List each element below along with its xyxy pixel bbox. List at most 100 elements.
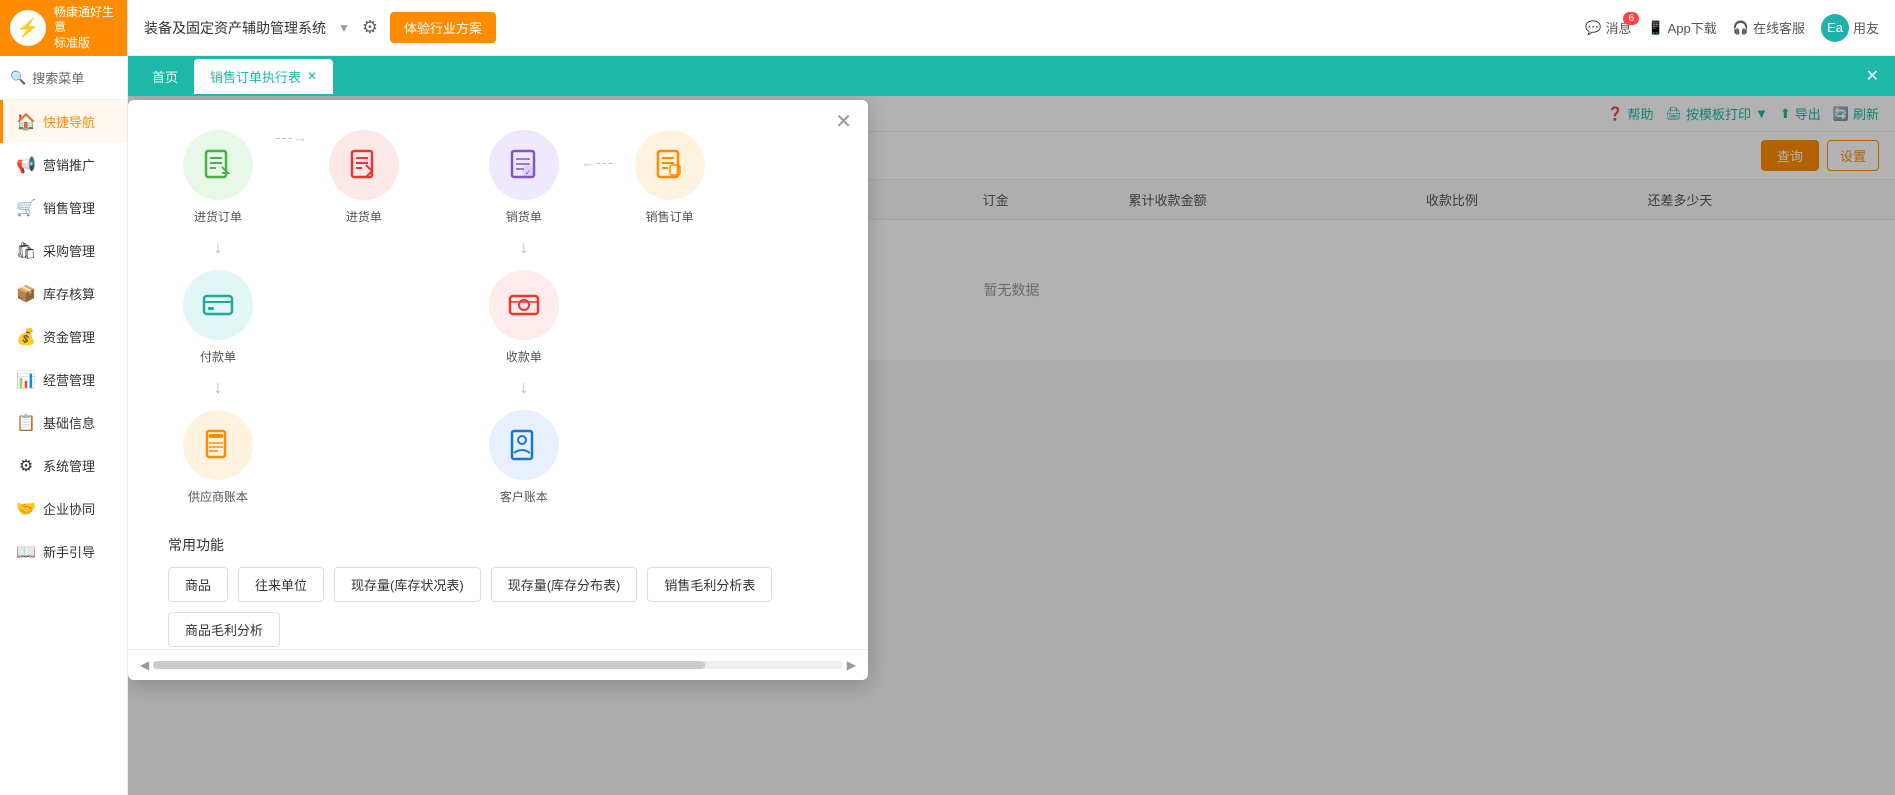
func-btn-stock-dist[interactable]: 现存量(库存分布表)	[491, 567, 638, 602]
system-dropdown-button[interactable]: ▼	[338, 21, 350, 35]
supplier-ledger-node[interactable]: 供应商账本	[168, 410, 268, 505]
sidebar-item-label: 基础信息	[43, 413, 95, 432]
left-flow-column: 进货订单 ↓ 付款单 ↓	[168, 130, 268, 505]
enterprise-icon: 🤝	[17, 500, 35, 518]
settings-button[interactable]: ⚙	[362, 17, 378, 38]
experience-button[interactable]: 体验行业方案	[390, 12, 496, 43]
sidebar-item-inventory[interactable]: 📦 库存核算	[0, 272, 127, 315]
app-download-item[interactable]: 📱 App下载	[1647, 18, 1716, 37]
sidebar-item-operations[interactable]: 📊 经营管理	[0, 358, 127, 401]
search-icon: 🔍	[10, 70, 26, 86]
sale-bill-node[interactable]: ✓ 销货单	[474, 130, 574, 225]
purchase-bill-node[interactable]: 进货单	[314, 130, 414, 225]
scroll-right-arrow[interactable]: ▶	[847, 658, 856, 672]
message-icon: 💬	[1585, 20, 1601, 36]
popup-scrollbar[interactable]: ◀ ▶	[128, 649, 868, 680]
search-menu-button[interactable]: 🔍 搜索菜单	[10, 64, 117, 91]
sidebar-nav: 🏠 快捷导航 📢 营销推广 🛒 销售管理 🛍 采购管理 📦 库存核算 💰 资金管…	[0, 100, 127, 795]
sidebar-item-label: 新手引导	[43, 542, 95, 561]
supplier-ledger-circle	[183, 410, 253, 480]
sale-order-circle	[635, 130, 705, 200]
user-item[interactable]: Ea 用友	[1821, 14, 1879, 42]
receipt-circle	[489, 270, 559, 340]
sidebar-item-enterprise[interactable]: 🤝 企业协同	[0, 487, 127, 530]
tab-sales-order[interactable]: 销售订单执行表 ✕	[194, 59, 333, 94]
payment-label: 付款单	[200, 348, 236, 365]
supplier-ledger-label: 供应商账本	[188, 488, 248, 505]
basic-icon: 📋	[17, 414, 35, 432]
sidebar-item-label: 企业协同	[43, 499, 95, 518]
tab-bar-close-icon[interactable]: ✕	[1858, 66, 1887, 86]
online-service-item[interactable]: 🎧 在线客服	[1733, 18, 1805, 37]
logo-icon: ⚡	[10, 10, 46, 46]
common-functions-title: 常用功能	[168, 535, 828, 555]
svg-text:✓: ✓	[524, 168, 531, 177]
newuser-icon: 📖	[17, 543, 35, 561]
func-btn-goods[interactable]: 商品	[168, 567, 228, 602]
sidebar-item-basic[interactable]: 📋 基础信息	[0, 401, 127, 444]
purchase-order-circle	[183, 130, 253, 200]
download-icon: 📱	[1647, 20, 1663, 36]
customer-ledger-node[interactable]: 客户账本	[474, 410, 574, 505]
system-icon: ⚙	[17, 457, 35, 475]
mid-right-flow-column: ✓ 销货单 ↓ 收款单 ↓	[474, 130, 574, 505]
marketing-icon: 📢	[17, 156, 35, 174]
func-btn-partners[interactable]: 往来单位	[238, 567, 324, 602]
h-arrow-2: ← - - -	[574, 130, 620, 170]
header: 装备及固定资产辅助管理系统 ▼ ⚙ 体验行业方案 💬 消息 6 📱 App下载 …	[128, 0, 1895, 56]
sale-order-label: 销售订单	[646, 208, 694, 225]
sidebar-item-quick-nav[interactable]: 🏠 快捷导航	[0, 100, 127, 143]
customer-ledger-label: 客户账本	[500, 488, 548, 505]
payment-circle	[183, 270, 253, 340]
sidebar-item-label: 销售管理	[43, 198, 95, 217]
tab-close-icon[interactable]: ✕	[307, 70, 317, 82]
purchase-order-node[interactable]: 进货订单	[168, 130, 268, 225]
message-badge: 6	[1623, 12, 1639, 25]
popup-overlay[interactable]: ✕ 进货订单 ↓	[128, 96, 1895, 795]
scroll-thumb	[153, 661, 705, 669]
func-btn-sales-margin[interactable]: 销售毛利分析表	[647, 567, 772, 602]
payment-node[interactable]: 付款单	[168, 270, 268, 365]
right-flow-column: 销售订单	[620, 130, 720, 225]
home-icon: 🏠	[17, 113, 35, 131]
scroll-left-arrow[interactable]: ◀	[140, 658, 149, 672]
sidebar-item-system[interactable]: ⚙ 系统管理	[0, 444, 127, 487]
sales-icon: 🛒	[17, 199, 35, 217]
inventory-icon: 📦	[17, 285, 35, 303]
tab-home[interactable]: 首页	[136, 59, 194, 94]
func-btn-stock-status[interactable]: 现存量(库存状况表)	[334, 567, 481, 602]
purchase-bill-circle	[329, 130, 399, 200]
purchase-icon: 🛍	[17, 242, 35, 260]
func-btn-goods-margin[interactable]: 商品毛利分析	[168, 612, 280, 647]
down-arrow-4: ↓	[519, 377, 528, 398]
sidebar-logo: ⚡ 畅康通好生意 标准版	[0, 0, 127, 56]
receipt-node[interactable]: 收款单	[474, 270, 574, 365]
sidebar-search-area: 🔍 搜索菜单	[0, 56, 127, 100]
purchase-bill-label: 进货单	[346, 208, 382, 225]
sidebar-item-label: 营销推广	[43, 155, 95, 174]
popup-close-button[interactable]: ✕	[835, 112, 852, 132]
sidebar-item-marketing[interactable]: 📢 营销推广	[0, 143, 127, 186]
down-arrow-2: ↓	[214, 377, 223, 398]
message-item[interactable]: 💬 消息 6	[1585, 18, 1631, 37]
sale-bill-circle: ✓	[489, 130, 559, 200]
sale-order-node[interactable]: 销售订单	[620, 130, 720, 225]
sidebar-item-purchase[interactable]: 🛍 采购管理	[0, 229, 127, 272]
down-arrow-3: ↓	[519, 237, 528, 258]
sidebar-item-finance[interactable]: 💰 资金管理	[0, 315, 127, 358]
tabs-bar: 首页 销售订单执行表 ✕ ✕	[128, 56, 1895, 96]
service-icon: 🎧	[1733, 20, 1749, 36]
scroll-track[interactable]	[153, 661, 843, 669]
avatar: Ea	[1821, 14, 1849, 42]
popup-content: 进货订单 ↓ 付款单 ↓	[128, 100, 868, 649]
customer-ledger-circle	[489, 410, 559, 480]
down-arrow-1: ↓	[214, 237, 223, 258]
sidebar: ⚡ 畅康通好生意 标准版 🔍 搜索菜单 🏠 快捷导航 📢 营销推广 🛒 销售管理…	[0, 0, 128, 795]
sidebar-item-newuser[interactable]: 📖 新手引导	[0, 530, 127, 573]
flow-diagram: 进货订单 ↓ 付款单 ↓	[168, 130, 828, 505]
sidebar-item-label: 快捷导航	[43, 112, 95, 131]
popup-panel: ✕ 进货订单 ↓	[128, 100, 868, 680]
sidebar-item-sales[interactable]: 🛒 销售管理	[0, 186, 127, 229]
logo-text: 畅康通好生意 标准版	[54, 5, 117, 52]
func-buttons-row-1: 商品 往来单位 现存量(库存状况表) 现存量(库存分布表) 销售毛利分析表 商品…	[168, 567, 828, 647]
